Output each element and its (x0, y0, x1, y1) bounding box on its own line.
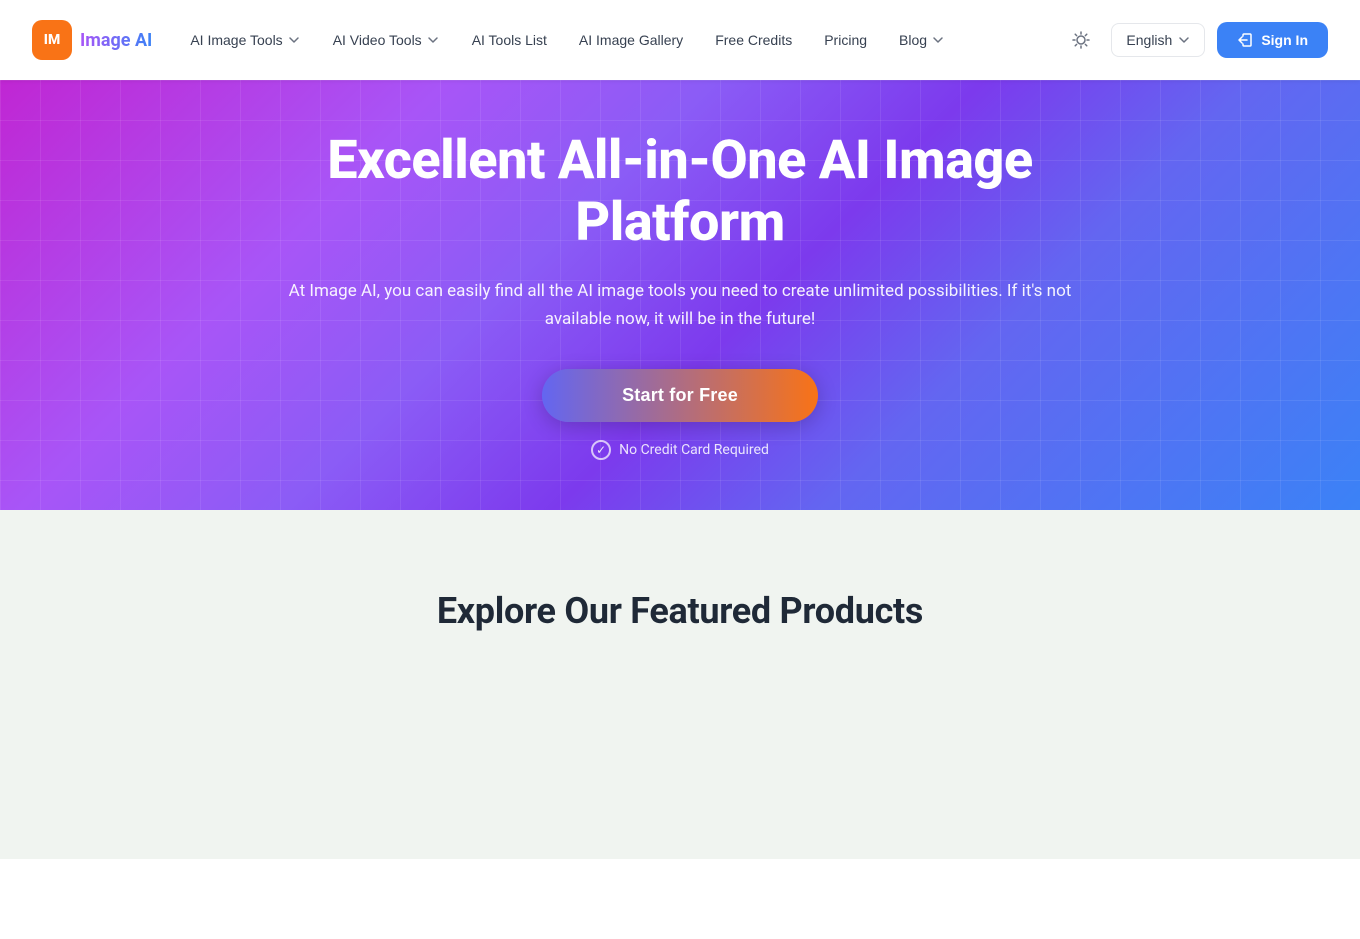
navbar: IM Image AI AI Image Tools AI Video Tool… (0, 0, 1360, 80)
nav-item-ai-image-tools[interactable]: AI Image Tools (176, 24, 314, 56)
signin-button[interactable]: Sign In (1217, 22, 1328, 58)
logo-icon: IM (32, 20, 72, 60)
nav-item-ai-video-tools[interactable]: AI Video Tools (319, 24, 454, 56)
hero-title: Excellent All-in-One AI Image Platform (254, 130, 1106, 254)
no-credit-card-notice: ✓ No Credit Card Required (254, 440, 1106, 460)
hero-subtitle: At Image AI, you can easily find all the… (254, 278, 1106, 332)
language-selector[interactable]: English (1111, 23, 1205, 57)
logo-link[interactable]: IM Image AI (32, 20, 152, 60)
nav-item-pricing[interactable]: Pricing (810, 24, 881, 56)
products-section: Explore Our Featured Products (0, 510, 1360, 859)
products-section-title: Explore Our Featured Products (437, 590, 923, 632)
chevron-down-icon (931, 33, 945, 47)
hero-content: Excellent All-in-One AI Image Platform A… (230, 130, 1130, 460)
theme-toggle-button[interactable] (1063, 22, 1099, 58)
chevron-down-icon (287, 33, 301, 47)
nav-item-free-credits[interactable]: Free Credits (701, 24, 806, 56)
logo-text: Image AI (80, 30, 152, 51)
check-circle-icon: ✓ (591, 440, 611, 460)
nav-item-ai-image-gallery[interactable]: AI Image Gallery (565, 24, 697, 56)
nav-item-ai-tools-list[interactable]: AI Tools List (458, 24, 561, 56)
nav-item-blog[interactable]: Blog (885, 24, 959, 56)
start-free-button[interactable]: Start for Free (542, 369, 818, 422)
chevron-down-icon (1178, 34, 1190, 46)
nav-right: English Sign In (1063, 22, 1328, 58)
signin-icon (1237, 32, 1253, 48)
hero-section: Excellent All-in-One AI Image Platform A… (0, 80, 1360, 510)
chevron-down-icon (426, 33, 440, 47)
nav-links: AI Image Tools AI Video Tools AI Tools L… (176, 24, 1055, 56)
